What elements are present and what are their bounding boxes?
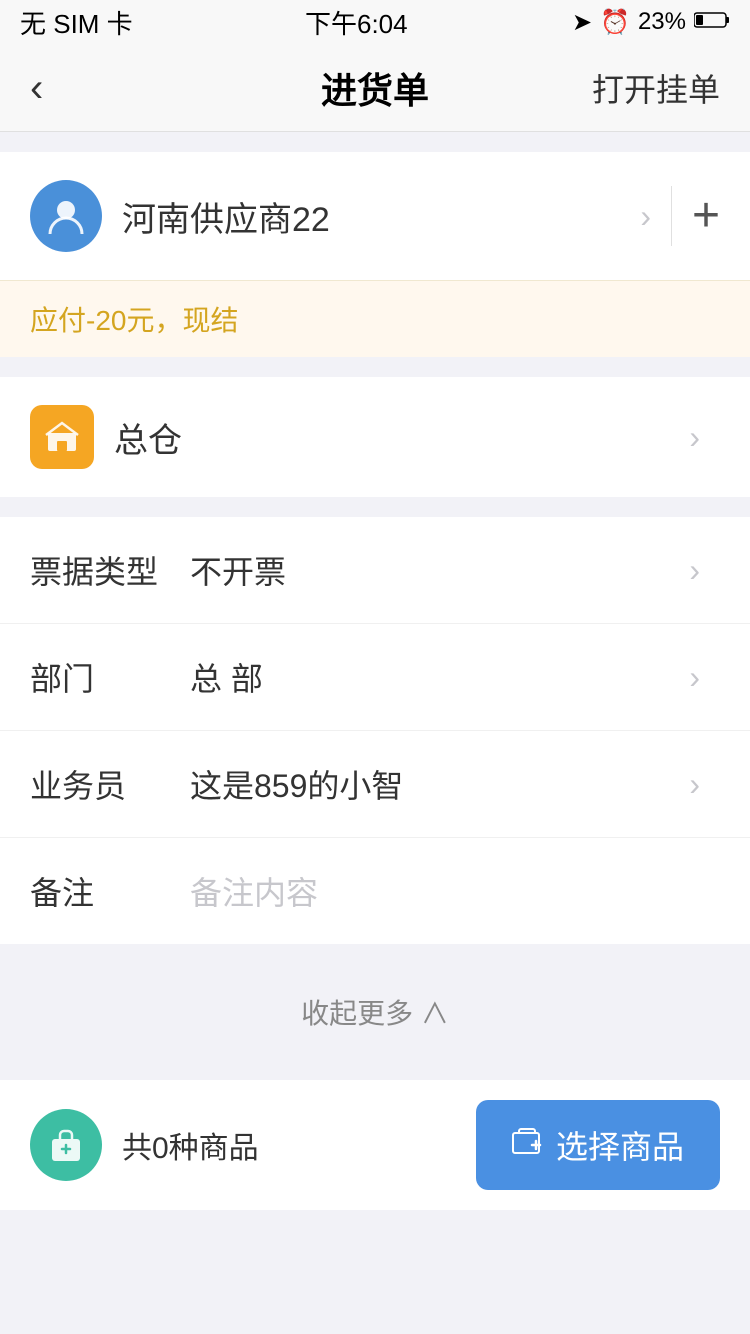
divider [671, 186, 672, 246]
status-left: 无 SIM 卡 [20, 4, 141, 41]
supplier-avatar [30, 180, 102, 252]
salesperson-chevron-icon: › [689, 766, 700, 803]
form-card: 票据类型 不开票 › 部门 总 部 › 业务员 这是859的小智 › 备注 备注… [0, 517, 750, 944]
product-count-text: 共0种商品 [122, 1123, 456, 1167]
bottom-bar: 共0种商品 选择商品 [0, 1080, 750, 1210]
battery-icon [694, 8, 730, 36]
page-title: 进货单 [321, 62, 429, 114]
collapse-row[interactable]: 收起更多 ∧ [0, 964, 750, 1060]
supplier-chevron-icon: › [640, 198, 651, 235]
warehouse-icon [30, 405, 94, 469]
collapse-label: 收起更多 ∧ [301, 992, 449, 1032]
salesperson-label: 业务员 [30, 761, 170, 807]
select-product-icon [512, 1128, 544, 1163]
remark-row[interactable]: 备注 备注内容 [0, 838, 750, 944]
warehouse-label: 总仓 [114, 413, 689, 462]
department-value: 总 部 [170, 654, 689, 700]
open-pending-button[interactable]: 打开挂单 [592, 65, 720, 111]
remark-label: 备注 [30, 868, 170, 914]
supplier-row[interactable]: 河南供应商22 › + [0, 152, 750, 280]
time-display: 下午6:04 [305, 4, 408, 41]
status-bar: 无 SIM 卡 下午6:04 ➤ ⏰ 23% [0, 0, 750, 44]
salesperson-value: 这是859的小智 [170, 761, 689, 807]
department-label: 部门 [30, 654, 170, 700]
nav-bar: ‹ 进货单 打开挂单 [0, 44, 750, 132]
invoice-type-label: 票据类型 [30, 547, 170, 593]
supplier-card: 河南供应商22 › + 应付-20元，现结 [0, 152, 750, 357]
remark-input[interactable]: 备注内容 [170, 868, 720, 914]
carrier-text: 无 SIM 卡 [20, 4, 133, 41]
salesperson-row[interactable]: 业务员 这是859的小智 › [0, 731, 750, 838]
invoice-type-chevron-icon: › [689, 552, 700, 589]
status-right: ➤ ⏰ 23% [572, 8, 730, 37]
invoice-type-value: 不开票 [170, 547, 689, 593]
invoice-type-row[interactable]: 票据类型 不开票 › [0, 517, 750, 624]
select-product-button[interactable]: 选择商品 [476, 1100, 720, 1190]
supplier-name: 河南供应商22 [122, 192, 640, 241]
product-count-icon [30, 1109, 102, 1181]
notice-text: 应付-20元，现结 [30, 305, 238, 336]
warehouse-row[interactable]: 总仓 › [0, 377, 750, 497]
main-content: 河南供应商22 › + 应付-20元，现结 总仓 › 票据类型 不开票 › [0, 152, 750, 1210]
select-product-label: 选择商品 [556, 1122, 684, 1168]
department-row[interactable]: 部门 总 部 › [0, 624, 750, 731]
department-chevron-icon: › [689, 659, 700, 696]
add-supplier-button[interactable]: + [692, 192, 720, 240]
alarm-icon: ⏰ [600, 8, 630, 37]
warehouse-chevron-icon: › [689, 419, 700, 456]
notice-bar: 应付-20元，现结 [0, 280, 750, 357]
back-button[interactable]: ‹ [30, 68, 43, 108]
battery-text: 23% [638, 8, 686, 36]
location-icon: ➤ [572, 8, 592, 37]
